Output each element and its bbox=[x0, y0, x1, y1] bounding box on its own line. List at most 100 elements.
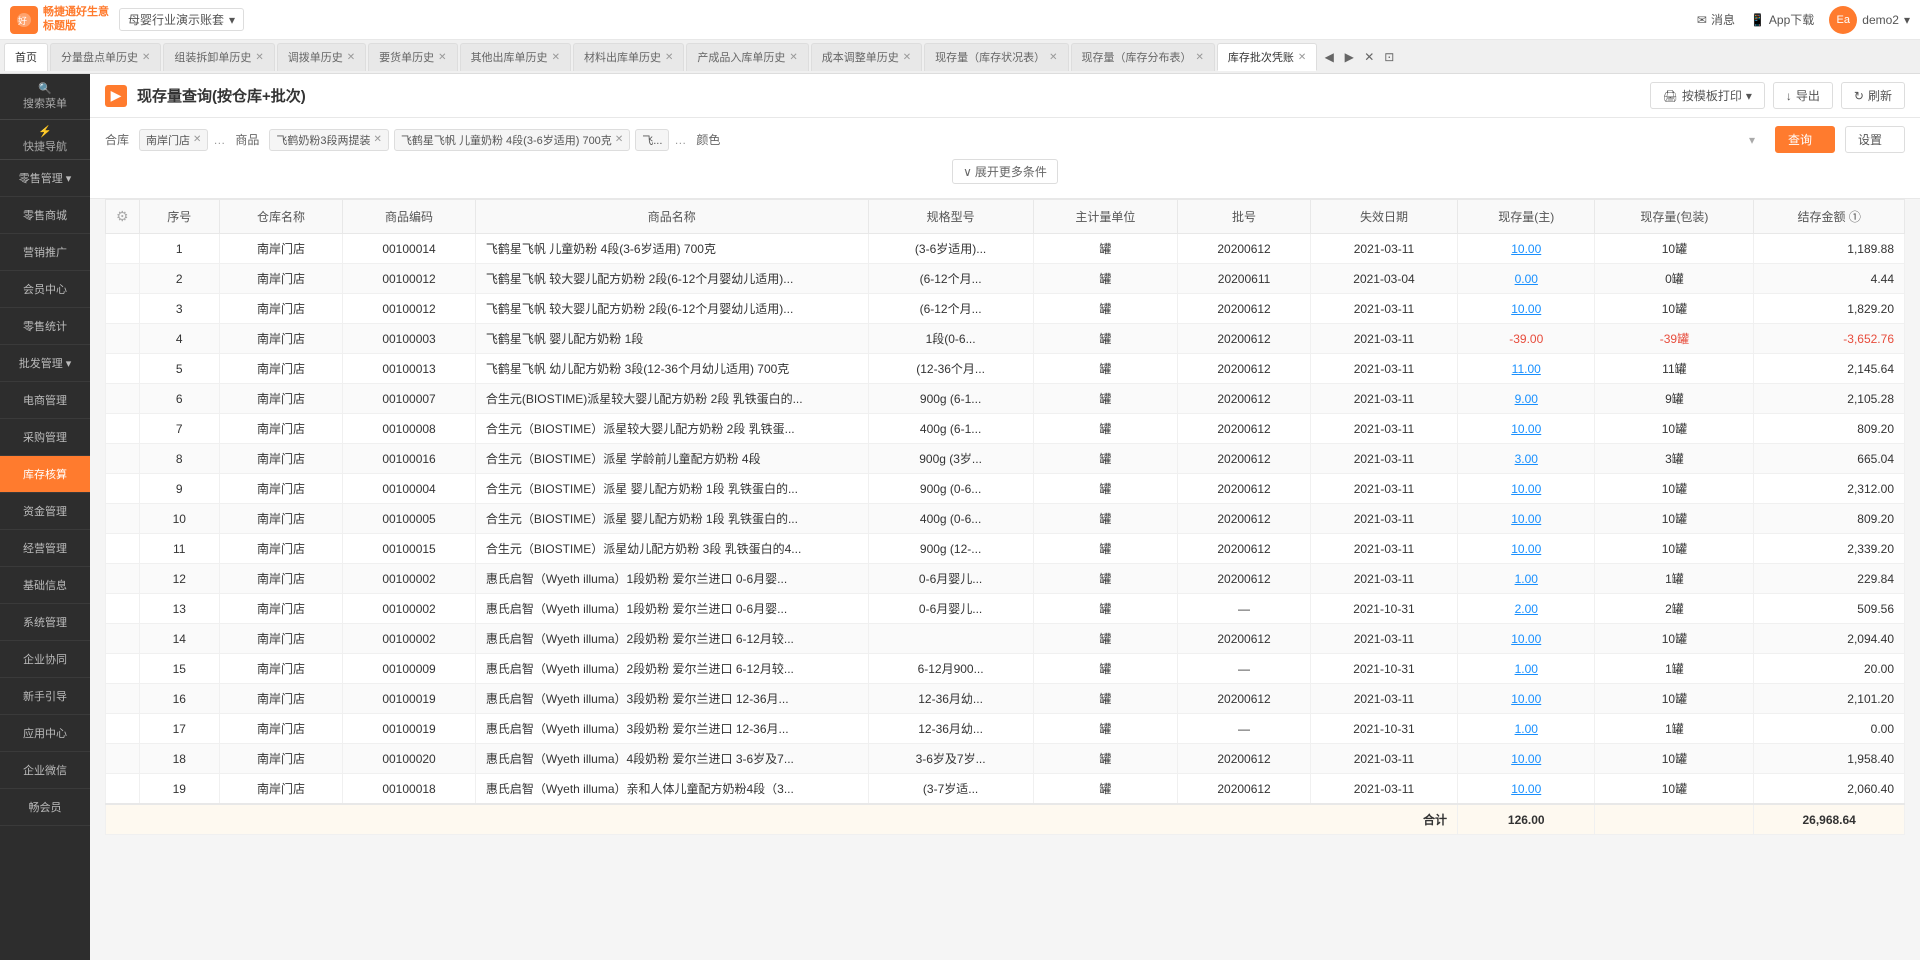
sidebar-item-wechat[interactable]: 企业微信 bbox=[0, 752, 90, 789]
close-icon[interactable]: ✕ bbox=[193, 134, 201, 145]
sidebar-item-member2[interactable]: 畅会员 bbox=[0, 789, 90, 826]
sidebar-item-enterprise[interactable]: 企业协同 bbox=[0, 641, 90, 678]
cell-spec: 0-6月婴儿... bbox=[868, 564, 1033, 594]
sidebar-item-inventory[interactable]: 库存核算 bbox=[0, 456, 90, 493]
quick-nav-button[interactable]: ⚡ 快捷导航 bbox=[0, 120, 90, 160]
query-button[interactable]: 查询 bbox=[1775, 126, 1835, 153]
tab-more-button[interactable]: ⊡ bbox=[1379, 43, 1399, 71]
cell-stock-main[interactable]: 1.00 bbox=[1458, 714, 1595, 744]
cell-stock-main[interactable]: 10.00 bbox=[1458, 684, 1595, 714]
close-icon[interactable]: ✕ bbox=[789, 52, 797, 63]
close-icon[interactable]: ✕ bbox=[615, 134, 623, 145]
cell-unit: 罐 bbox=[1033, 414, 1178, 444]
tab-cost-adjust[interactable]: 成本调整单历史 ✕ bbox=[811, 43, 922, 71]
expand-sidebar-button[interactable]: ▶ bbox=[105, 85, 127, 107]
expand-more-button[interactable]: ∨ 展开更多条件 bbox=[952, 159, 1058, 184]
sidebar-item-guide[interactable]: 新手引导 bbox=[0, 678, 90, 715]
cell-product-code: 00100007 bbox=[343, 384, 476, 414]
cell-settings bbox=[106, 474, 140, 504]
tab-inventory-status[interactable]: 现存量（库存状况表） ✕ bbox=[924, 43, 1068, 71]
cell-stock-main[interactable]: 11.00 bbox=[1458, 354, 1595, 384]
filter-bar: 合库 南岸门店 ✕ … 商品 飞鹤奶粉3段两提装 ✕ 飞鹤星 bbox=[90, 118, 1920, 199]
product-tag-1[interactable]: 飞鹤奶粉3段两提装 ✕ bbox=[269, 129, 389, 151]
tab-requisition[interactable]: 要货单历史 ✕ bbox=[368, 43, 457, 71]
tab-inventory-split[interactable]: 分量盘点单历史 ✕ bbox=[50, 43, 161, 71]
sidebar-item-retail[interactable]: 零售管理 ▾ bbox=[0, 160, 90, 197]
close-icon[interactable]: ✕ bbox=[347, 52, 355, 63]
close-icon[interactable]: ✕ bbox=[142, 52, 150, 63]
cell-stock-main[interactable]: 2.00 bbox=[1458, 594, 1595, 624]
cell-stock-main[interactable]: 10.00 bbox=[1458, 744, 1595, 774]
product-more[interactable]: … bbox=[674, 133, 686, 147]
sidebar-item-apps[interactable]: 应用中心 bbox=[0, 715, 90, 752]
cell-stock-main[interactable]: 10.00 bbox=[1458, 294, 1595, 324]
app-download-button[interactable]: 📱 App下载 bbox=[1750, 11, 1814, 28]
export-button[interactable]: ↓ 导出 bbox=[1773, 82, 1833, 109]
search-menu-button[interactable]: 🔍 搜索菜单 bbox=[0, 74, 90, 120]
sidebar-item-basics[interactable]: 基础信息 bbox=[0, 567, 90, 604]
close-icon[interactable]: ✕ bbox=[1049, 52, 1057, 63]
tab-product-in[interactable]: 产成品入库单历史 ✕ bbox=[686, 43, 808, 71]
sidebar-item-finance[interactable]: 资金管理 bbox=[0, 493, 90, 530]
product-tag-3[interactable]: 飞... bbox=[635, 129, 669, 151]
cell-product-name: 惠氏启智（Wyeth illuma）3段奶粉 爱尔兰进口 12-36月... bbox=[475, 684, 868, 714]
cell-settings bbox=[106, 504, 140, 534]
close-icon[interactable]: ✕ bbox=[552, 52, 560, 63]
cell-stock-main[interactable]: 10.00 bbox=[1458, 624, 1595, 654]
warehouse-more[interactable]: … bbox=[213, 133, 225, 147]
cell-stock-main[interactable]: 10.00 bbox=[1458, 474, 1595, 504]
close-icon[interactable]: ✕ bbox=[255, 52, 263, 63]
tab-next-button[interactable]: ▶ bbox=[1339, 43, 1359, 71]
cell-product-code: 00100005 bbox=[343, 504, 476, 534]
cell-stock-main[interactable]: 10.00 bbox=[1458, 534, 1595, 564]
sidebar-item-member[interactable]: 会员中心 bbox=[0, 271, 90, 308]
close-icon[interactable]: ✕ bbox=[1196, 52, 1204, 63]
product-tag-2[interactable]: 飞鹤星飞帆 儿童奶粉 4段(3-6岁适用) 700克 ✕ bbox=[394, 129, 630, 151]
sidebar-item-system[interactable]: 系统管理 bbox=[0, 604, 90, 641]
sidebar-item-purchase[interactable]: 采购管理 bbox=[0, 419, 90, 456]
cell-stock-main[interactable]: 10.00 bbox=[1458, 414, 1595, 444]
cell-balance: 2,339.20 bbox=[1754, 534, 1905, 564]
tab-other-out[interactable]: 其他出库单历史 ✕ bbox=[460, 43, 571, 71]
cell-stock-main[interactable]: 10.00 bbox=[1458, 234, 1595, 264]
user-menu[interactable]: Ea demo2 ▾ bbox=[1829, 6, 1910, 34]
tab-disassemble[interactable]: 组装拆卸单历史 ✕ bbox=[163, 43, 274, 71]
close-icon[interactable]: ✕ bbox=[665, 52, 673, 63]
tab-close-button[interactable]: ✕ bbox=[1359, 43, 1379, 71]
tab-inventory-dist[interactable]: 现存量（库存分布表） ✕ bbox=[1071, 43, 1215, 71]
cell-stock-main[interactable]: 0.00 bbox=[1458, 264, 1595, 294]
sidebar-item-operations[interactable]: 经营管理 bbox=[0, 530, 90, 567]
tab-batch-voucher[interactable]: 库存批次凭账 ✕ bbox=[1217, 43, 1317, 71]
settings-icon[interactable]: ⚙ bbox=[116, 208, 129, 224]
cell-product-name: 惠氏启智（Wyeth illuma）2段奶粉 爱尔兰进口 6-12月较... bbox=[475, 624, 868, 654]
cell-stock-main[interactable]: 9.00 bbox=[1458, 384, 1595, 414]
cell-stock-main[interactable]: 1.00 bbox=[1458, 654, 1595, 684]
sidebar-item-ecommerce[interactable]: 电商管理 bbox=[0, 382, 90, 419]
cell-stock-main[interactable]: 10.00 bbox=[1458, 504, 1595, 534]
cell-settings bbox=[106, 354, 140, 384]
sidebar-item-retail-shop[interactable]: 零售商城 bbox=[0, 197, 90, 234]
message-button[interactable]: ✉ 消息 bbox=[1697, 11, 1735, 28]
refresh-button[interactable]: ↻ 刷新 bbox=[1841, 82, 1905, 109]
close-icon[interactable]: ✕ bbox=[903, 52, 911, 63]
close-icon[interactable]: ✕ bbox=[1298, 52, 1306, 63]
cell-product-code: 00100004 bbox=[343, 474, 476, 504]
cell-stock-main[interactable]: 1.00 bbox=[1458, 564, 1595, 594]
sidebar-item-wholesale[interactable]: 批发管理 ▾ bbox=[0, 345, 90, 382]
close-icon[interactable]: ✕ bbox=[374, 134, 382, 145]
close-icon[interactable]: ✕ bbox=[438, 52, 446, 63]
tab-transfer[interactable]: 调拨单历史 ✕ bbox=[277, 43, 366, 71]
cell-stock-main[interactable]: -39.00 bbox=[1458, 324, 1595, 354]
cell-balance: 2,094.40 bbox=[1754, 624, 1905, 654]
print-button[interactable]: 🖨 按模板打印 ▾ bbox=[1650, 82, 1765, 109]
warehouse-tag[interactable]: 南岸门店 ✕ bbox=[139, 129, 208, 151]
settings-button[interactable]: 设置 bbox=[1845, 126, 1905, 153]
tab-prev-button[interactable]: ◀ bbox=[1319, 43, 1339, 71]
cell-stock-main[interactable]: 10.00 bbox=[1458, 774, 1595, 805]
tab-home[interactable]: 首页 bbox=[4, 43, 48, 71]
tab-material-out[interactable]: 材料出库单历史 ✕ bbox=[573, 43, 684, 71]
sidebar-item-retail-stats[interactable]: 零售统计 bbox=[0, 308, 90, 345]
cell-stock-main[interactable]: 3.00 bbox=[1458, 444, 1595, 474]
sidebar-item-marketing[interactable]: 营销推广 bbox=[0, 234, 90, 271]
industry-selector[interactable]: 母婴行业演示账套 ▾ bbox=[119, 8, 244, 31]
